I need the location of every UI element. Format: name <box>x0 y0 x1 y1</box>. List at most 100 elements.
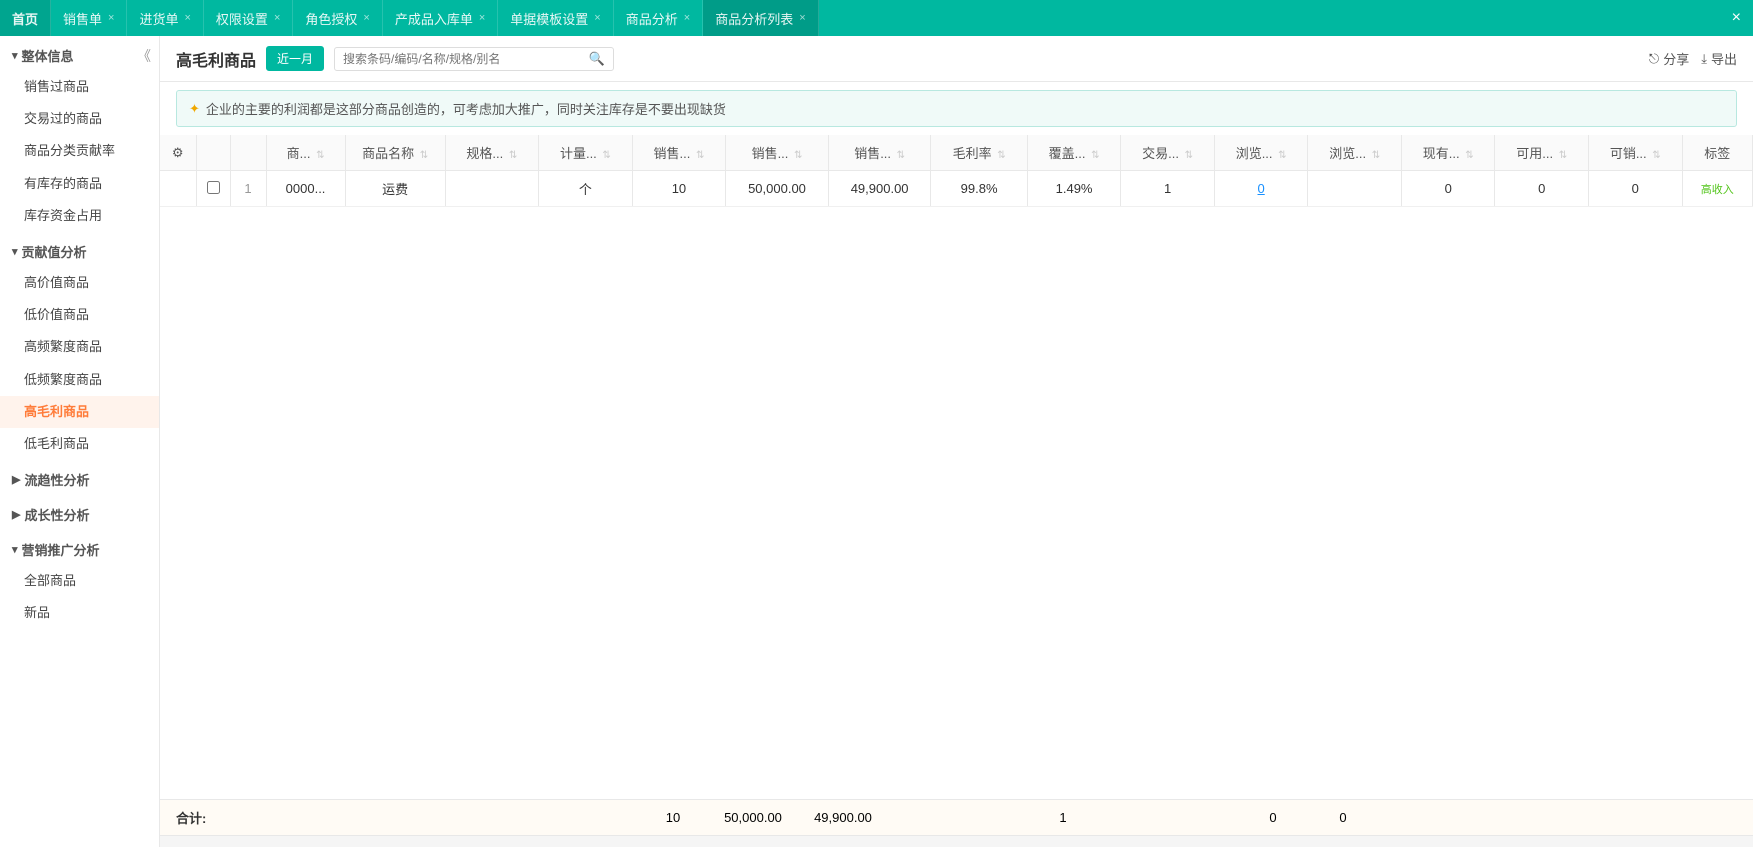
th-goods-code[interactable]: 商... ⇅ <box>266 135 345 171</box>
sidebar-item-all-goods[interactable]: 全部商品 <box>0 565 159 597</box>
sidebar-item-goods-contribution[interactable]: 商品分类贡献率 <box>0 135 159 167</box>
sidebar-item-low-freq-goods[interactable]: 低频繁度商品 <box>0 364 159 396</box>
sidebar-group-overall-info[interactable]: ▾ 整体信息 <box>0 36 159 71</box>
footer-available-stock: 0 <box>1308 810 1378 825</box>
sidebar-group-growth-analysis[interactable]: ▶ 成长性分析 <box>0 495 159 530</box>
sort-icon-10: ⇅ <box>1185 150 1193 161</box>
th-sales-amount[interactable]: 销售... ⇅ <box>726 135 829 171</box>
th-sales-qty[interactable]: 销售... ⇅ <box>632 135 726 171</box>
search-input[interactable] <box>343 52 585 66</box>
sidebar-item-high-freq-goods[interactable]: 高频繁度商品 <box>0 331 159 363</box>
sort-icon-7: ⇅ <box>897 150 905 161</box>
cell-browse1[interactable]: 0 <box>1214 171 1308 207</box>
close-tab-sales-order[interactable]: × <box>108 12 114 24</box>
sidebar-group-trend-analysis[interactable]: ▶ 流趋性分析 <box>0 460 159 495</box>
th-trans-count[interactable]: 交易... ⇅ <box>1121 135 1215 171</box>
close-tab-role-permission[interactable]: × <box>363 12 369 24</box>
sort-icon-8: ⇅ <box>997 150 1005 161</box>
sort-icon: ⇅ <box>316 150 324 161</box>
tab-home[interactable]: 首页 <box>0 0 51 36</box>
search-icon[interactable]: 🔍 <box>589 51 605 67</box>
cell-goods-name: 运费 <box>345 171 445 207</box>
close-tab-template-settings[interactable]: × <box>594 12 600 24</box>
sidebar-item-low-value-goods[interactable]: 低价值商品 <box>0 299 159 331</box>
info-bar: ✦ 企业的主要的利润都是这部分商品创造的，可考虑加大推广，同时关注库存是不要出现… <box>176 90 1737 127</box>
page-title: 高毛利商品 <box>176 47 256 71</box>
sidebar-item-new-goods[interactable]: 新品 <box>0 597 159 629</box>
footer-sales-amount: 50,000.00 <box>708 810 798 825</box>
footer-unit <box>578 810 638 825</box>
arrow-icon-2: ▾ <box>12 245 18 258</box>
sidebar-collapse-btn[interactable]: 《 <box>137 46 151 66</box>
search-box: 🔍 <box>334 47 614 71</box>
sort-icon-6: ⇅ <box>794 150 802 161</box>
sidebar-item-high-value-goods[interactable]: 高价值商品 <box>0 267 159 299</box>
th-available-stock[interactable]: 可用... ⇅ <box>1495 135 1589 171</box>
cell-settings <box>160 171 196 207</box>
sidebar-item-traded-goods[interactable]: 交易过的商品 <box>0 103 159 135</box>
export-btn[interactable]: ⤓ 导出 <box>1701 49 1737 68</box>
sort-icon-12: ⇅ <box>1372 150 1380 161</box>
cell-goods-code: 0000... <box>266 171 345 207</box>
sidebar-group-finance-analysis[interactable]: ▾ 贡献值分析 <box>0 232 159 267</box>
footer-cells: 10 50,000.00 49,900.00 1 0 0 <box>236 810 1737 825</box>
sidebar-group-marketing-analysis[interactable]: ▾ 营销推广分析 <box>0 530 159 565</box>
tab-template-settings[interactable]: 单据模板设置 × <box>498 0 613 36</box>
data-table: ⚙ 商... ⇅ 商品名称 ⇅ 规格... ⇅ <box>160 135 1753 207</box>
cell-trans-count: 1 <box>1121 171 1215 207</box>
sidebar-item-inventory-goods[interactable]: 有库存的商品 <box>0 168 159 200</box>
close-tab-product-analysis[interactable]: × <box>684 12 690 24</box>
sidebar-item-inventory-capital[interactable]: 库存资金占用 <box>0 200 159 232</box>
close-tab-permission-settings[interactable]: × <box>274 12 280 24</box>
footer-trans-count: 1 <box>1028 810 1098 825</box>
tab-role-permission[interactable]: 角色授权 × <box>293 0 382 36</box>
close-tab-product-entry[interactable]: × <box>479 12 485 24</box>
th-browse2[interactable]: 浏览... ⇅ <box>1308 135 1402 171</box>
tab-purchase-order[interactable]: 进货单 × <box>127 0 203 36</box>
horizontal-scrollbar[interactable] <box>160 835 1753 847</box>
cell-checkbox[interactable] <box>196 171 230 207</box>
sidebar-item-sales-goods[interactable]: 销售过商品 <box>0 71 159 103</box>
tab-product-entry[interactable]: 产成品入库单 × <box>383 0 498 36</box>
tab-permission-settings[interactable]: 权限设置 × <box>204 0 293 36</box>
footer-sales-cost: 49,900.00 <box>798 810 888 825</box>
th-coverage[interactable]: 覆盖... ⇅ <box>1027 135 1121 171</box>
close-all-tabs[interactable]: × <box>1720 9 1753 27</box>
cell-available-stock: 0 <box>1495 171 1589 207</box>
th-sales-cost[interactable]: 销售... ⇅ <box>828 135 931 171</box>
th-goods-name[interactable]: 商品名称 ⇅ <box>345 135 445 171</box>
tab-sales-order[interactable]: 销售单 × <box>51 0 127 36</box>
sort-icon-11: ⇅ <box>1278 150 1286 161</box>
sort-icon-14: ⇅ <box>1559 150 1567 161</box>
footer-sales-qty: 10 <box>638 810 708 825</box>
row-checkbox[interactable] <box>207 181 220 194</box>
close-tab-purchase-order[interactable]: × <box>184 12 190 24</box>
main-layout: 《 ▾ 整体信息 销售过商品 交易过的商品 商品分类贡献率 有库存的商品 库存资… <box>0 36 1753 847</box>
cell-coverage: 1.49% <box>1027 171 1121 207</box>
table-container: ⚙ 商... ⇅ 商品名称 ⇅ 规格... ⇅ <box>160 135 1753 799</box>
tab-product-analysis-list[interactable]: 商品分析列表 × <box>703 0 818 36</box>
th-unit[interactable]: 计量... ⇅ <box>539 135 633 171</box>
cell-num: 1 <box>230 171 266 207</box>
sort-icon-3: ⇅ <box>509 150 517 161</box>
tab-product-analysis[interactable]: 商品分析 × <box>614 0 703 36</box>
th-margin-rate[interactable]: 毛利率 ⇅ <box>931 135 1027 171</box>
filter-recent-month-btn[interactable]: 近一月 <box>266 46 324 71</box>
th-current-stock[interactable]: 现有... ⇅ <box>1401 135 1495 171</box>
arrow-icon-3: ▶ <box>12 473 20 486</box>
th-browse1[interactable]: 浏览... ⇅ <box>1214 135 1308 171</box>
top-nav: 首页 销售单 × 进货单 × 权限设置 × 角色授权 × 产成品入库单 × 单据… <box>0 0 1753 36</box>
th-settings[interactable]: ⚙ <box>160 135 196 171</box>
share-btn[interactable]: ⎋ 分享 <box>1649 49 1689 68</box>
cell-unit: 个 <box>539 171 633 207</box>
export-icon: ⤓ <box>1701 51 1707 67</box>
sidebar-item-low-margin-goods[interactable]: 低毛利商品 <box>0 428 159 460</box>
sidebar-item-high-margin-goods[interactable]: 高毛利商品 <box>0 396 159 428</box>
table-row: 1 0000... 运费 个 10 50,000.00 49,900.00 99… <box>160 171 1753 207</box>
th-tag[interactable]: 标签 <box>1682 135 1752 171</box>
close-tab-product-analysis-list[interactable]: × <box>799 12 805 24</box>
th-spec[interactable]: 规格... ⇅ <box>445 135 539 171</box>
th-saleable-stock[interactable]: 可销... ⇅ <box>1588 135 1682 171</box>
arrow-icon-4: ▶ <box>12 508 20 521</box>
cell-browse2 <box>1308 171 1402 207</box>
